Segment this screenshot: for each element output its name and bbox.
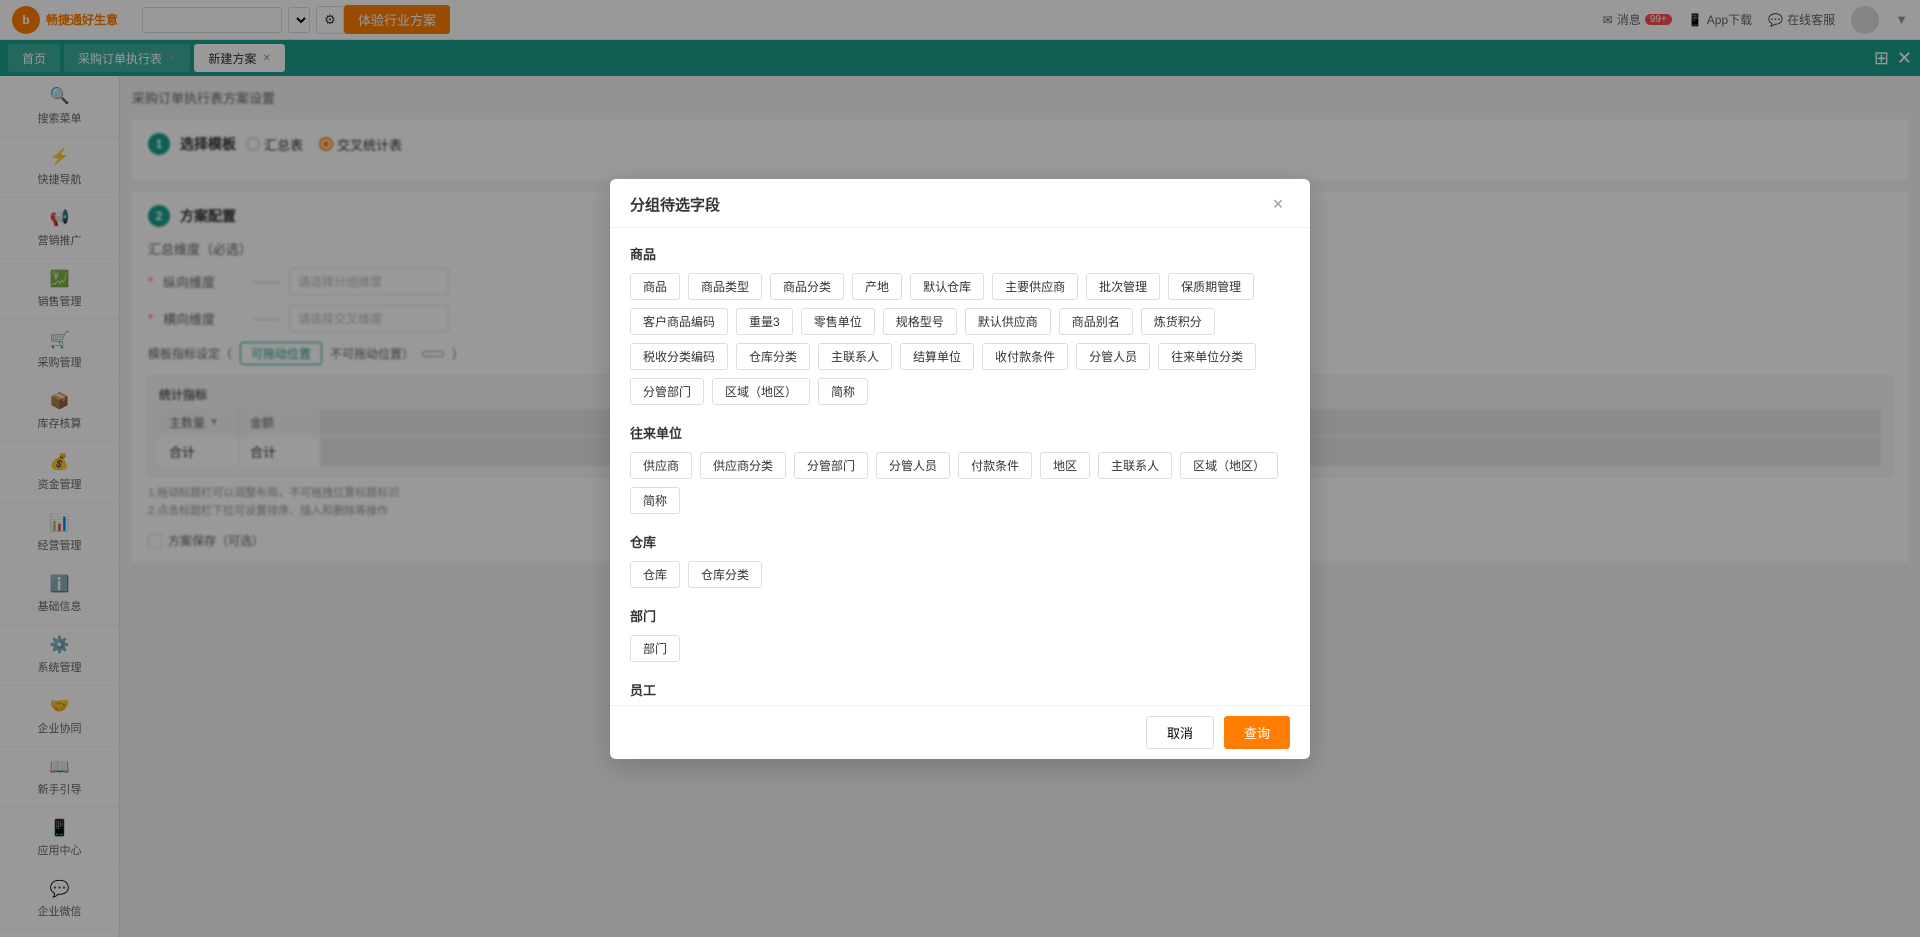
field-section-1: 往来单位供应商供应商分类分管部门分管人员付款条件地区主联系人区域（地区） 简称 <box>630 423 1290 514</box>
field-tag-0-17[interactable]: 主联系人 <box>818 343 892 370</box>
field-tag-1-6[interactable]: 主联系人 <box>1098 452 1172 479</box>
dialog-body: 商品商品商品类型商品分类产地默认仓库主要供应商批次管理保质期管理客户商品编码重量… <box>610 228 1310 705</box>
field-section-title-3: 部门 <box>630 606 1290 625</box>
field-tag-1-0[interactable]: 供应商 <box>630 452 692 479</box>
field-tags-0: 商品商品类型商品分类产地默认仓库主要供应商批次管理保质期管理客户商品编码重量3 零… <box>630 273 1290 405</box>
field-tags-2: 仓库仓库分类 <box>630 561 1290 588</box>
field-tag-0-3[interactable]: 产地 <box>852 273 902 300</box>
field-tag-0-7[interactable]: 保质期管理 <box>1168 273 1254 300</box>
field-section-2: 仓库仓库仓库分类 <box>630 532 1290 588</box>
field-tag-0-9[interactable]: 重量3 <box>736 308 793 335</box>
field-tag-0-16[interactable]: 仓库分类 <box>736 343 810 370</box>
field-tag-0-23[interactable]: 区域（地区） <box>712 378 810 405</box>
field-tags-1: 供应商供应商分类分管部门分管人员付款条件地区主联系人区域（地区） 简称 <box>630 452 1290 514</box>
dialog-overlay: 分组待选字段 × 商品商品商品类型商品分类产地默认仓库主要供应商批次管理保质期管… <box>0 0 1920 937</box>
field-selection-dialog: 分组待选字段 × 商品商品商品类型商品分类产地默认仓库主要供应商批次管理保质期管… <box>610 179 1310 759</box>
field-tag-1-8[interactable]: 简称 <box>630 487 680 514</box>
field-tag-1-2[interactable]: 分管部门 <box>794 452 868 479</box>
field-tag-1-7[interactable]: 区域（地区） <box>1180 452 1278 479</box>
field-tag-0-2[interactable]: 商品分类 <box>770 273 844 300</box>
field-tag-1-1[interactable]: 供应商分类 <box>700 452 786 479</box>
field-tag-1-3[interactable]: 分管人员 <box>876 452 950 479</box>
field-tag-0-10[interactable]: 零售单位 <box>801 308 875 335</box>
field-section-0: 商品商品商品类型商品分类产地默认仓库主要供应商批次管理保质期管理客户商品编码重量… <box>630 244 1290 405</box>
dialog-footer: 取消 查询 <box>610 705 1310 759</box>
field-tags-3: 部门 <box>630 635 1290 662</box>
field-tag-0-19[interactable]: 收付款条件 <box>982 343 1068 370</box>
field-tag-1-4[interactable]: 付款条件 <box>958 452 1032 479</box>
confirm-button[interactable]: 查询 <box>1224 716 1290 749</box>
dialog-header: 分组待选字段 × <box>610 179 1310 228</box>
field-tag-0-13[interactable]: 商品别名 <box>1059 308 1133 335</box>
field-tag-0-15[interactable]: 税收分类编码 <box>630 343 728 370</box>
field-tag-0-21[interactable]: 往来单位分类 <box>1158 343 1256 370</box>
field-tag-0-18[interactable]: 结算单位 <box>900 343 974 370</box>
field-tag-2-1[interactable]: 仓库分类 <box>688 561 762 588</box>
field-section-title-0: 商品 <box>630 244 1290 263</box>
field-tag-0-12[interactable]: 默认供应商 <box>965 308 1051 335</box>
field-tag-0-22[interactable]: 分管部门 <box>630 378 704 405</box>
field-tag-3-0[interactable]: 部门 <box>630 635 680 662</box>
field-tag-0-8[interactable]: 客户商品编码 <box>630 308 728 335</box>
field-tag-0-5[interactable]: 主要供应商 <box>992 273 1078 300</box>
field-tag-0-6[interactable]: 批次管理 <box>1086 273 1160 300</box>
field-tag-2-0[interactable]: 仓库 <box>630 561 680 588</box>
field-tag-0-1[interactable]: 商品类型 <box>688 273 762 300</box>
field-section-title-4: 员工 <box>630 680 1290 699</box>
field-tag-0-24[interactable]: 简称 <box>818 378 868 405</box>
field-tag-0-11[interactable]: 规格型号 <box>883 308 957 335</box>
field-tag-1-5[interactable]: 地区 <box>1040 452 1090 479</box>
dialog-title: 分组待选字段 <box>630 194 720 215</box>
field-section-title-1: 往来单位 <box>630 423 1290 442</box>
field-tag-0-14[interactable]: 炼货积分 <box>1141 308 1215 335</box>
cancel-button[interactable]: 取消 <box>1146 716 1214 749</box>
field-tag-0-0[interactable]: 商品 <box>630 273 680 300</box>
field-tag-0-4[interactable]: 默认仓库 <box>910 273 984 300</box>
field-tag-0-20[interactable]: 分管人员 <box>1076 343 1150 370</box>
field-section-title-2: 仓库 <box>630 532 1290 551</box>
field-section-3: 部门部门 <box>630 606 1290 662</box>
field-section-4: 员工业务员 <box>630 680 1290 705</box>
dialog-close-button[interactable]: × <box>1266 193 1290 217</box>
